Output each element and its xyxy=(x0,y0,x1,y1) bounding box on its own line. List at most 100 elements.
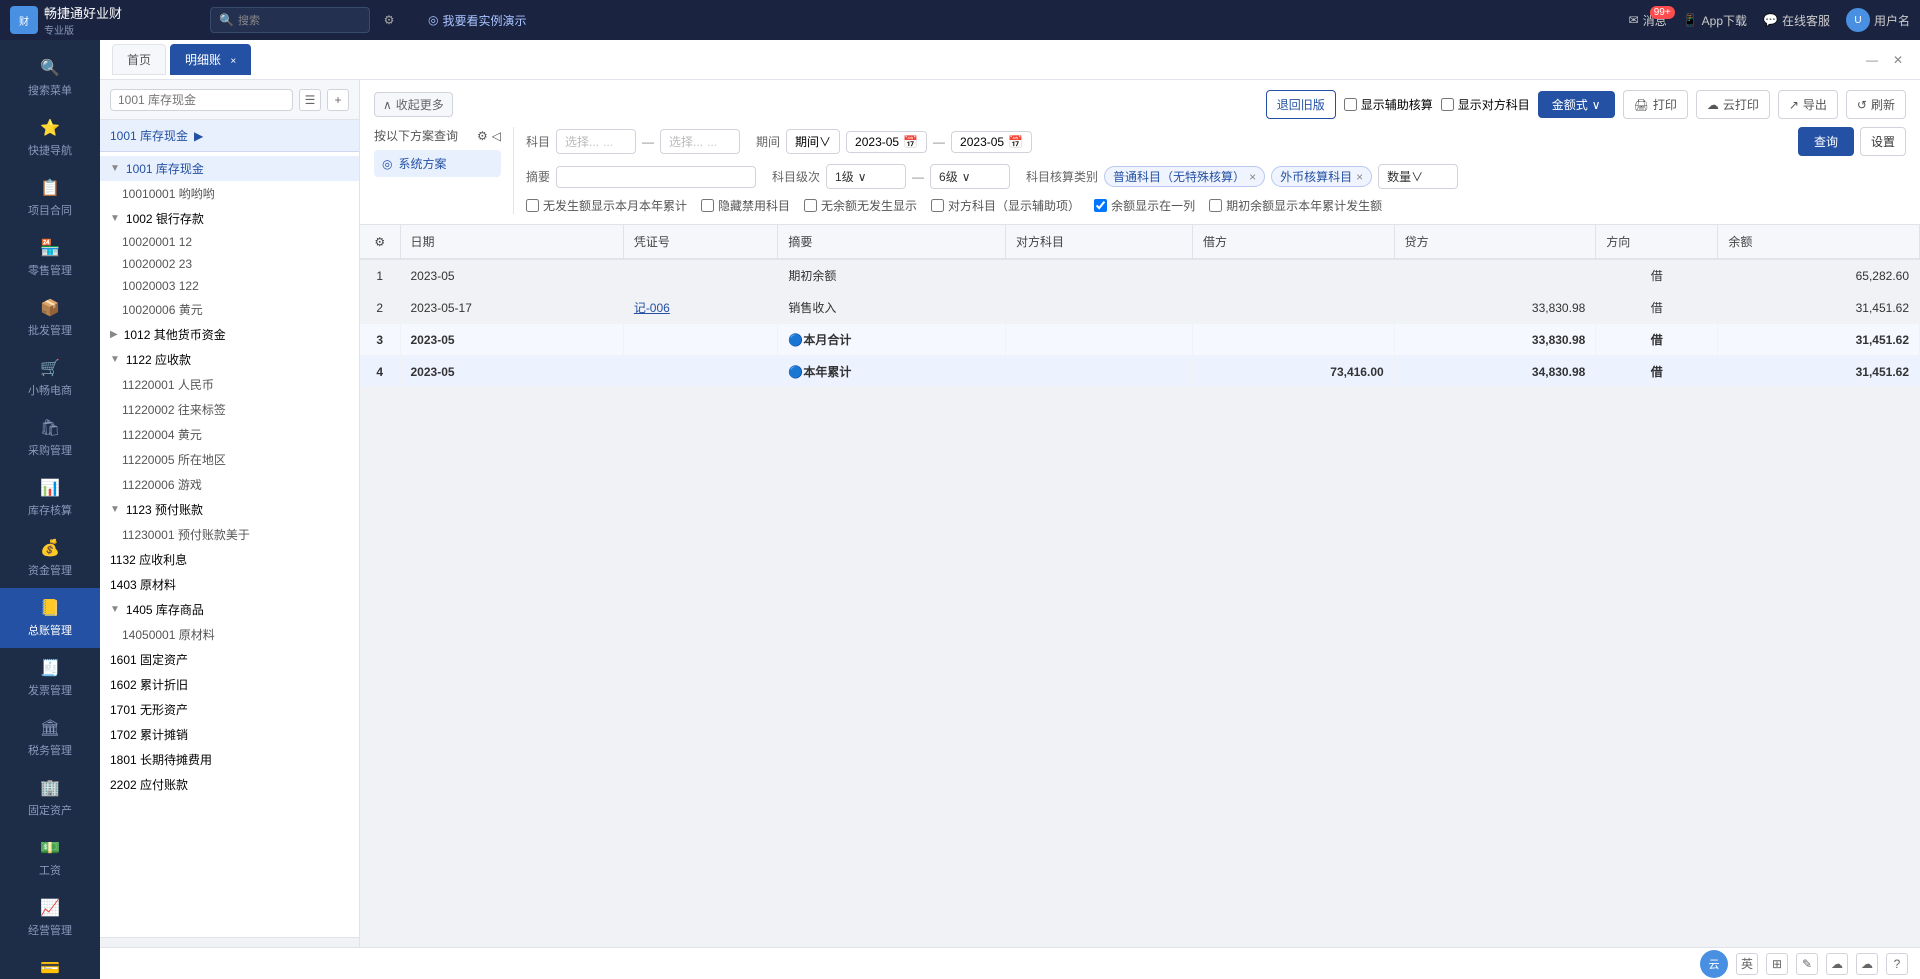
sidebar-item-tax[interactable]: 🏛 税务管理 xyxy=(0,708,100,768)
account-tree-hscroll[interactable] xyxy=(100,937,359,947)
expand-btn[interactable]: ⊞ xyxy=(1766,953,1788,975)
scheme-settings-icon[interactable]: ⚙ xyxy=(477,129,488,143)
tab-home[interactable]: 首页 xyxy=(112,44,166,75)
check-no-amount[interactable]: 无发生额显示本月本年累计 xyxy=(526,197,687,214)
quantity-select[interactable]: 数量∨ xyxy=(1378,164,1458,189)
tree-item-11220002[interactable]: 11220002 往来标签 xyxy=(100,397,359,422)
tree-item-1702[interactable]: 1702 累计摊销 xyxy=(100,722,359,747)
sidebar-item-search[interactable]: 🔍 搜索菜单 xyxy=(0,48,100,108)
level-start-select[interactable]: 1级 ∨ xyxy=(826,164,906,189)
export-btn[interactable]: ↗ 导出 xyxy=(1778,90,1838,119)
app-download-btn[interactable]: 📱 App下载 xyxy=(1683,12,1747,29)
tree-item-11220006[interactable]: 11220006 游戏 xyxy=(100,472,359,497)
subject-select-end[interactable]: 选择... ... xyxy=(660,129,740,154)
tree-item-1122[interactable]: ▼ 1122 应收款 xyxy=(100,347,359,372)
check-contra[interactable]: 对方科目（显示辅助项） xyxy=(931,197,1080,214)
tree-item-10010001[interactable]: 10010001 哟哟哟 xyxy=(100,181,359,206)
set-btn[interactable]: 设置 xyxy=(1860,127,1906,156)
period-end-date[interactable]: 2023-05 📅 xyxy=(951,131,1032,153)
tree-item-1602[interactable]: 1602 累计折旧 xyxy=(100,672,359,697)
sidebar-item-finance[interactable]: 💰 资金管理 xyxy=(0,528,100,588)
sidebar-item-retail[interactable]: 🏪 零售管理 xyxy=(0,228,100,288)
sidebar-item-ledger[interactable]: 📒 总账管理 xyxy=(0,588,100,648)
amount-btn[interactable]: 金额式 ∨ xyxy=(1538,91,1615,118)
message-btn[interactable]: ✉ 消息 99+ xyxy=(1629,12,1667,29)
tree-item-11220004[interactable]: 11220004 黄元 xyxy=(100,422,359,447)
show-aux-check[interactable]: 显示辅助核算 xyxy=(1344,96,1433,113)
show-contra-check[interactable]: 显示对方科目 xyxy=(1441,96,1530,113)
tag-close-1[interactable]: × xyxy=(1249,170,1256,184)
tree-item-1132[interactable]: 1132 应收利息 xyxy=(100,547,359,572)
check-opening[interactable]: 期初余额显示本年累计发生额 xyxy=(1209,197,1382,214)
tree-item-11230001[interactable]: 11230001 预付账款美于 xyxy=(100,522,359,547)
account-nav-prev[interactable]: ☰ xyxy=(299,89,321,111)
tree-item-11220001[interactable]: 11220001 人民币 xyxy=(100,372,359,397)
account-nav-add[interactable]: + xyxy=(327,89,349,111)
tab-close-btn[interactable]: × xyxy=(230,56,236,67)
sidebar-item-purchase[interactable]: 🛍 采购管理 xyxy=(0,408,100,468)
refresh-btn[interactable]: ↺ 刷新 xyxy=(1846,90,1906,119)
sidebar-item-project[interactable]: 📋 项目合同 xyxy=(0,168,100,228)
sidebar-item-inventory[interactable]: 📊 库存核算 xyxy=(0,468,100,528)
desc-input[interactable] xyxy=(556,166,756,188)
tree-item-1403[interactable]: 1403 原材料 xyxy=(100,572,359,597)
tab-ledger[interactable]: 明细账 × xyxy=(170,44,251,75)
sidebar-item-salary[interactable]: 💵 工资 xyxy=(0,828,100,888)
tree-item-11220005[interactable]: 11220005 所在地区 xyxy=(100,447,359,472)
help-btn[interactable]: ? xyxy=(1886,953,1908,975)
print-btn[interactable]: 🖨 打印 xyxy=(1623,90,1688,119)
check-no-balance[interactable]: 无余额无发生显示 xyxy=(804,197,917,214)
level-end-select[interactable]: 6级 ∨ xyxy=(930,164,1010,189)
tree-item-1002[interactable]: ▼ 1002 银行存款 xyxy=(100,206,359,231)
sidebar-item-wholesale[interactable]: 📦 批发管理 xyxy=(0,288,100,348)
tree-item-1701[interactable]: 1701 无形资产 xyxy=(100,697,359,722)
tree-item-1405[interactable]: ▼ 1405 库存商品 xyxy=(100,597,359,622)
tree-item-1801[interactable]: 1801 长期待摊费用 xyxy=(100,747,359,772)
account-search-input[interactable] xyxy=(118,93,285,107)
sidebar-item-management[interactable]: 📈 经营管理 xyxy=(0,888,100,948)
tree-item-2202[interactable]: 2202 应付账款 xyxy=(100,772,359,797)
check-balance-col[interactable]: 余额显示在一列 xyxy=(1094,197,1195,214)
topbar-search-box[interactable]: 🔍 搜索 xyxy=(210,7,370,33)
col-settings[interactable]: ⚙ xyxy=(360,225,400,259)
upload-btn[interactable]: ☁ xyxy=(1826,953,1848,975)
tree-item-1601[interactable]: 1601 固定资产 xyxy=(100,647,359,672)
row-contra-3 xyxy=(1005,324,1192,356)
tree-item-14050001[interactable]: 14050001 原材料 xyxy=(100,622,359,647)
check-hide-disabled[interactable]: 隐藏禁用科目 xyxy=(701,197,790,214)
sidebar-item-expense[interactable]: 💳 小畅报销 xyxy=(0,948,100,979)
query-btn[interactable]: 查询 xyxy=(1798,127,1854,156)
system-scheme-item[interactable]: ◎ 系统方案 xyxy=(374,150,501,177)
tree-item-1012[interactable]: ▶ 1012 其他货币资金 xyxy=(100,322,359,347)
period-type-select[interactable]: 期间∨ xyxy=(786,129,840,154)
sidebar-item-ecommerce[interactable]: 🛒 小畅电商 xyxy=(0,348,100,408)
sidebar-item-quick[interactable]: ⭐ 快捷导航 xyxy=(0,108,100,168)
tree-item-10020002[interactable]: 10020002 23 xyxy=(100,253,359,275)
period-start-date[interactable]: 2023-05 📅 xyxy=(846,131,927,153)
sidebar-item-asset[interactable]: 🏢 固定资产 xyxy=(0,768,100,828)
online-service-btn[interactable]: 💬 在线客服 xyxy=(1763,12,1830,29)
tag-close-2[interactable]: × xyxy=(1356,170,1363,184)
tab-close-all-btn[interactable]: ✕ xyxy=(1888,50,1908,70)
edit-btn[interactable]: ✎ xyxy=(1796,953,1818,975)
voucher-link-2[interactable]: 记-006 xyxy=(634,301,670,315)
sidebar-item-invoice[interactable]: 🧾 发票管理 xyxy=(0,648,100,708)
back-old-btn[interactable]: 退回旧版 xyxy=(1266,90,1336,119)
scheme-collapse-icon[interactable]: ◁ xyxy=(492,129,501,143)
account-search-box[interactable] xyxy=(110,89,293,111)
cloud-print-btn[interactable]: ☁ 云打印 xyxy=(1696,90,1770,119)
sync-btn[interactable]: ☁ xyxy=(1856,953,1878,975)
tree-item-1123[interactable]: ▼ 1123 预付账款 xyxy=(100,497,359,522)
subject-select-start[interactable]: 选择... ... xyxy=(556,129,636,154)
user-btn[interactable]: U 用户名 xyxy=(1846,8,1910,32)
settings-icon[interactable]: ⚙ xyxy=(378,9,400,31)
demo-btn[interactable]: ◎ 我要看实例演示 xyxy=(428,12,527,29)
tab-min-btn[interactable]: — xyxy=(1862,50,1882,70)
chat-btn[interactable]: 云 xyxy=(1700,950,1728,978)
collapse-btn[interactable]: ∧ 收起更多 xyxy=(374,92,453,117)
tree-item-1001[interactable]: ▼ 1001 库存现金 xyxy=(100,156,359,181)
eng-btn[interactable]: 英 xyxy=(1736,953,1758,975)
tree-item-10020003[interactable]: 10020003 122 xyxy=(100,275,359,297)
tree-item-10020006[interactable]: 10020006 黄元 xyxy=(100,297,359,322)
tree-item-10020001[interactable]: 10020001 12 xyxy=(100,231,359,253)
